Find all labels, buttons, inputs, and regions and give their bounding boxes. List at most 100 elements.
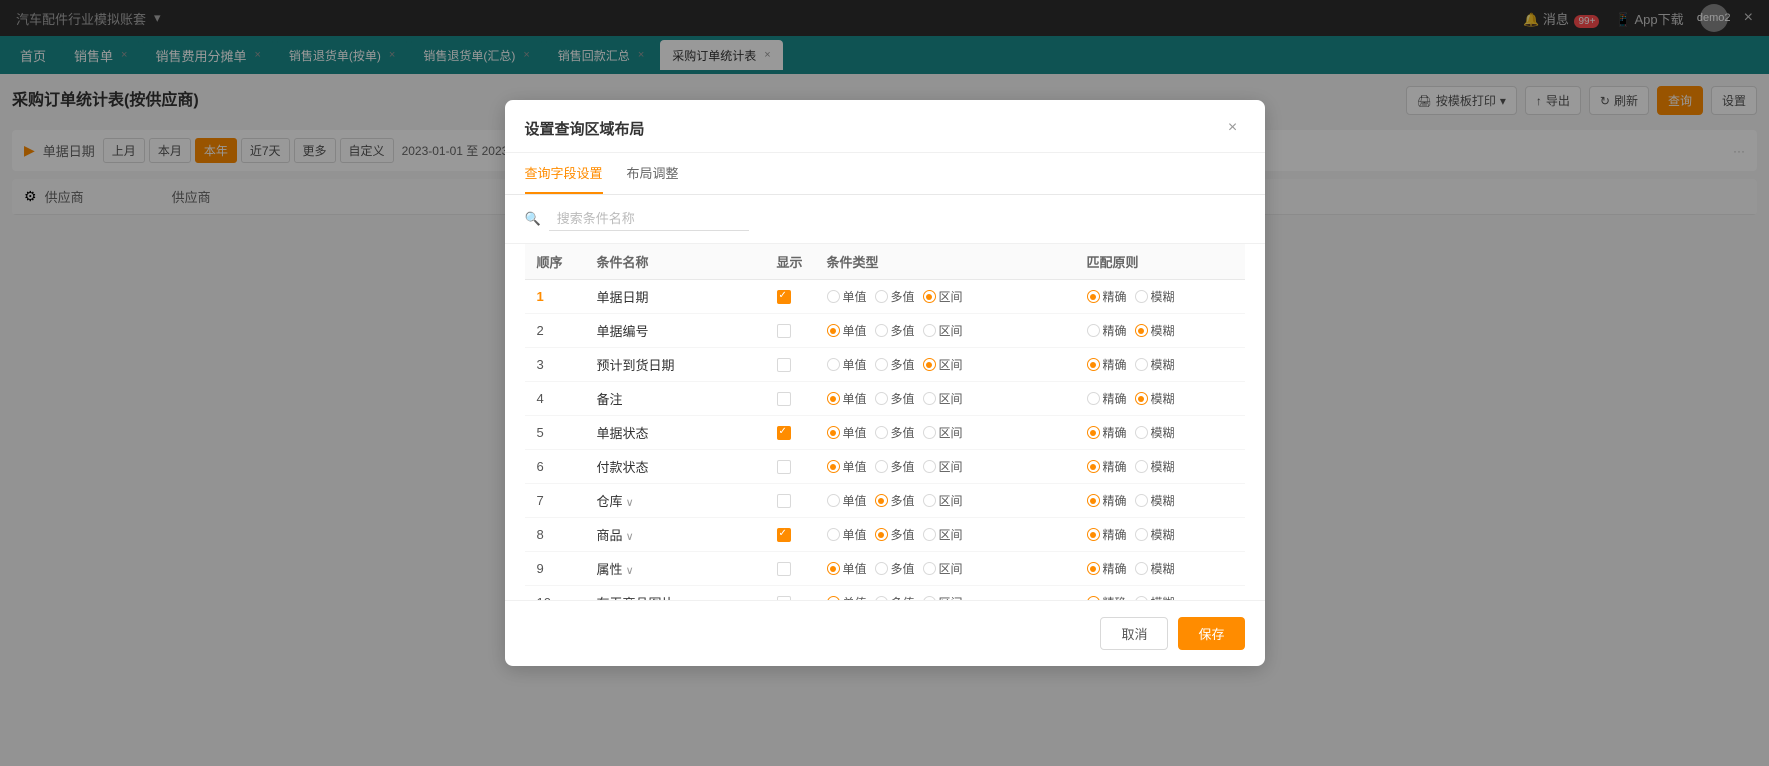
display-checkbox[interactable] (777, 426, 791, 440)
radio-type-single[interactable]: 单值 (827, 560, 867, 577)
radio-type-range[interactable]: 区间 (923, 288, 963, 305)
save-button[interactable]: 保存 (1178, 617, 1244, 650)
radio-circle-type-single (827, 392, 840, 405)
radio-type-single[interactable]: 单值 (827, 492, 867, 509)
radio-circle-type-multi (875, 596, 888, 600)
table-row: 4备注单值多值区间精确模糊 (525, 382, 1245, 416)
cancel-button[interactable]: 取消 (1100, 617, 1168, 650)
radio-type-range[interactable]: 区间 (923, 458, 963, 475)
radio-match-exact[interactable]: 精确 (1087, 288, 1127, 305)
radio-match-exact[interactable]: 精确 (1087, 356, 1127, 373)
radio-type-single[interactable]: 单值 (827, 594, 867, 600)
radio-match-fuzzy[interactable]: 模糊 (1135, 322, 1175, 339)
match-radio-group: 精确模糊 (1087, 288, 1233, 305)
radio-match-exact[interactable]: 精确 (1087, 390, 1127, 407)
match-radio-group: 精确模糊 (1087, 526, 1233, 543)
display-checkbox[interactable] (777, 358, 791, 372)
row-name: 属性 (597, 562, 623, 577)
radio-type-single[interactable]: 单值 (827, 356, 867, 373)
display-checkbox[interactable] (777, 528, 791, 542)
radio-circle-type-single (827, 460, 840, 473)
dialog-header: 设置查询区域布局 × (505, 100, 1265, 153)
radio-circle-type-multi (875, 528, 888, 541)
radio-type-single[interactable]: 单值 (827, 424, 867, 441)
dialog-tab-layout[interactable]: 布局调整 (627, 153, 679, 194)
radio-type-single[interactable]: 单值 (827, 322, 867, 339)
radio-match-exact[interactable]: 精确 (1087, 492, 1127, 509)
radio-match-exact[interactable]: 精确 (1087, 424, 1127, 441)
radio-match-fuzzy[interactable]: 模糊 (1135, 594, 1175, 600)
radio-type-range[interactable]: 区间 (923, 526, 963, 543)
dialog-close-button[interactable]: × (1221, 116, 1245, 140)
radio-type-multi[interactable]: 多值 (875, 356, 915, 373)
radio-circle-type-multi (875, 426, 888, 439)
dialog-footer: 取消 保存 (505, 600, 1265, 666)
display-checkbox[interactable] (777, 324, 791, 338)
radio-circle-type-range (923, 460, 936, 473)
radio-type-multi[interactable]: 多值 (875, 322, 915, 339)
radio-type-single[interactable]: 单值 (827, 288, 867, 305)
radio-circle-match-exact (1087, 528, 1100, 541)
dialog: 设置查询区域布局 × 查询字段设置 布局调整 🔍 顺序 (505, 100, 1265, 666)
radio-match-exact[interactable]: 精确 (1087, 526, 1127, 543)
dialog-tab-query[interactable]: 查询字段设置 (525, 153, 603, 194)
radio-match-fuzzy[interactable]: 模糊 (1135, 560, 1175, 577)
radio-type-multi[interactable]: 多值 (875, 390, 915, 407)
radio-type-range[interactable]: 区间 (923, 356, 963, 373)
radio-circle-type-range (923, 324, 936, 337)
radio-type-single[interactable]: 单值 (827, 458, 867, 475)
radio-type-multi[interactable]: 多值 (875, 492, 915, 509)
display-checkbox[interactable] (777, 460, 791, 474)
table-row: 3预计到货日期单值多值区间精确模糊 (525, 348, 1245, 382)
search-input[interactable] (549, 207, 749, 231)
radio-type-multi[interactable]: 多值 (875, 288, 915, 305)
radio-type-range[interactable]: 区间 (923, 594, 963, 600)
radio-circle-type-range (923, 494, 936, 507)
display-checkbox[interactable] (777, 290, 791, 304)
expand-icon[interactable]: ∨ (623, 565, 634, 577)
radio-circle-match-fuzzy (1135, 426, 1148, 439)
radio-type-multi[interactable]: 多值 (875, 458, 915, 475)
radio-type-multi[interactable]: 多值 (875, 560, 915, 577)
radio-match-exact[interactable]: 精确 (1087, 458, 1127, 475)
row-name: 付款状态 (597, 460, 649, 475)
display-checkbox[interactable] (777, 494, 791, 508)
radio-match-exact[interactable]: 精确 (1087, 560, 1127, 577)
radio-circle-match-fuzzy (1135, 324, 1148, 337)
radio-type-range[interactable]: 区间 (923, 424, 963, 441)
radio-type-range[interactable]: 区间 (923, 492, 963, 509)
table-row: 8商品 ∨单值多值区间精确模糊 (525, 518, 1245, 552)
radio-type-multi[interactable]: 多值 (875, 594, 915, 600)
radio-match-fuzzy[interactable]: 模糊 (1135, 356, 1175, 373)
radio-circle-type-single (827, 528, 840, 541)
radio-type-multi[interactable]: 多值 (875, 526, 915, 543)
radio-type-single[interactable]: 单值 (827, 390, 867, 407)
radio-type-range[interactable]: 区间 (923, 390, 963, 407)
display-checkbox[interactable] (777, 392, 791, 406)
display-checkbox[interactable] (777, 562, 791, 576)
radio-type-range[interactable]: 区间 (923, 322, 963, 339)
display-checkbox[interactable] (777, 596, 791, 600)
radio-match-fuzzy[interactable]: 模糊 (1135, 424, 1175, 441)
radio-circle-match-exact (1087, 596, 1100, 600)
radio-match-exact[interactable]: 精确 (1087, 594, 1127, 600)
condition-table-wrapper: 顺序 条件名称 显示 条件类型 匹配原则 (505, 244, 1265, 600)
radio-type-single[interactable]: 单值 (827, 526, 867, 543)
row-seq: 5 (537, 425, 544, 440)
radio-match-fuzzy[interactable]: 模糊 (1135, 288, 1175, 305)
radio-match-exact[interactable]: 精确 (1087, 322, 1127, 339)
radio-match-fuzzy[interactable]: 模糊 (1135, 492, 1175, 509)
radio-match-fuzzy[interactable]: 模糊 (1135, 526, 1175, 543)
radio-match-fuzzy[interactable]: 模糊 (1135, 390, 1175, 407)
dialog-title: 设置查询区域布局 (525, 118, 645, 139)
radio-circle-type-range (923, 528, 936, 541)
radio-match-fuzzy[interactable]: 模糊 (1135, 458, 1175, 475)
match-radio-group: 精确模糊 (1087, 560, 1233, 577)
type-radio-group: 单值多值区间 (827, 288, 1063, 305)
expand-icon[interactable]: ∨ (623, 531, 634, 543)
table-row: 10有无商品图片单值多值区间精确模糊 (525, 586, 1245, 601)
table-row: 1单据日期单值多值区间精确模糊 (525, 280, 1245, 314)
radio-type-range[interactable]: 区间 (923, 560, 963, 577)
expand-icon[interactable]: ∨ (623, 497, 634, 509)
radio-type-multi[interactable]: 多值 (875, 424, 915, 441)
